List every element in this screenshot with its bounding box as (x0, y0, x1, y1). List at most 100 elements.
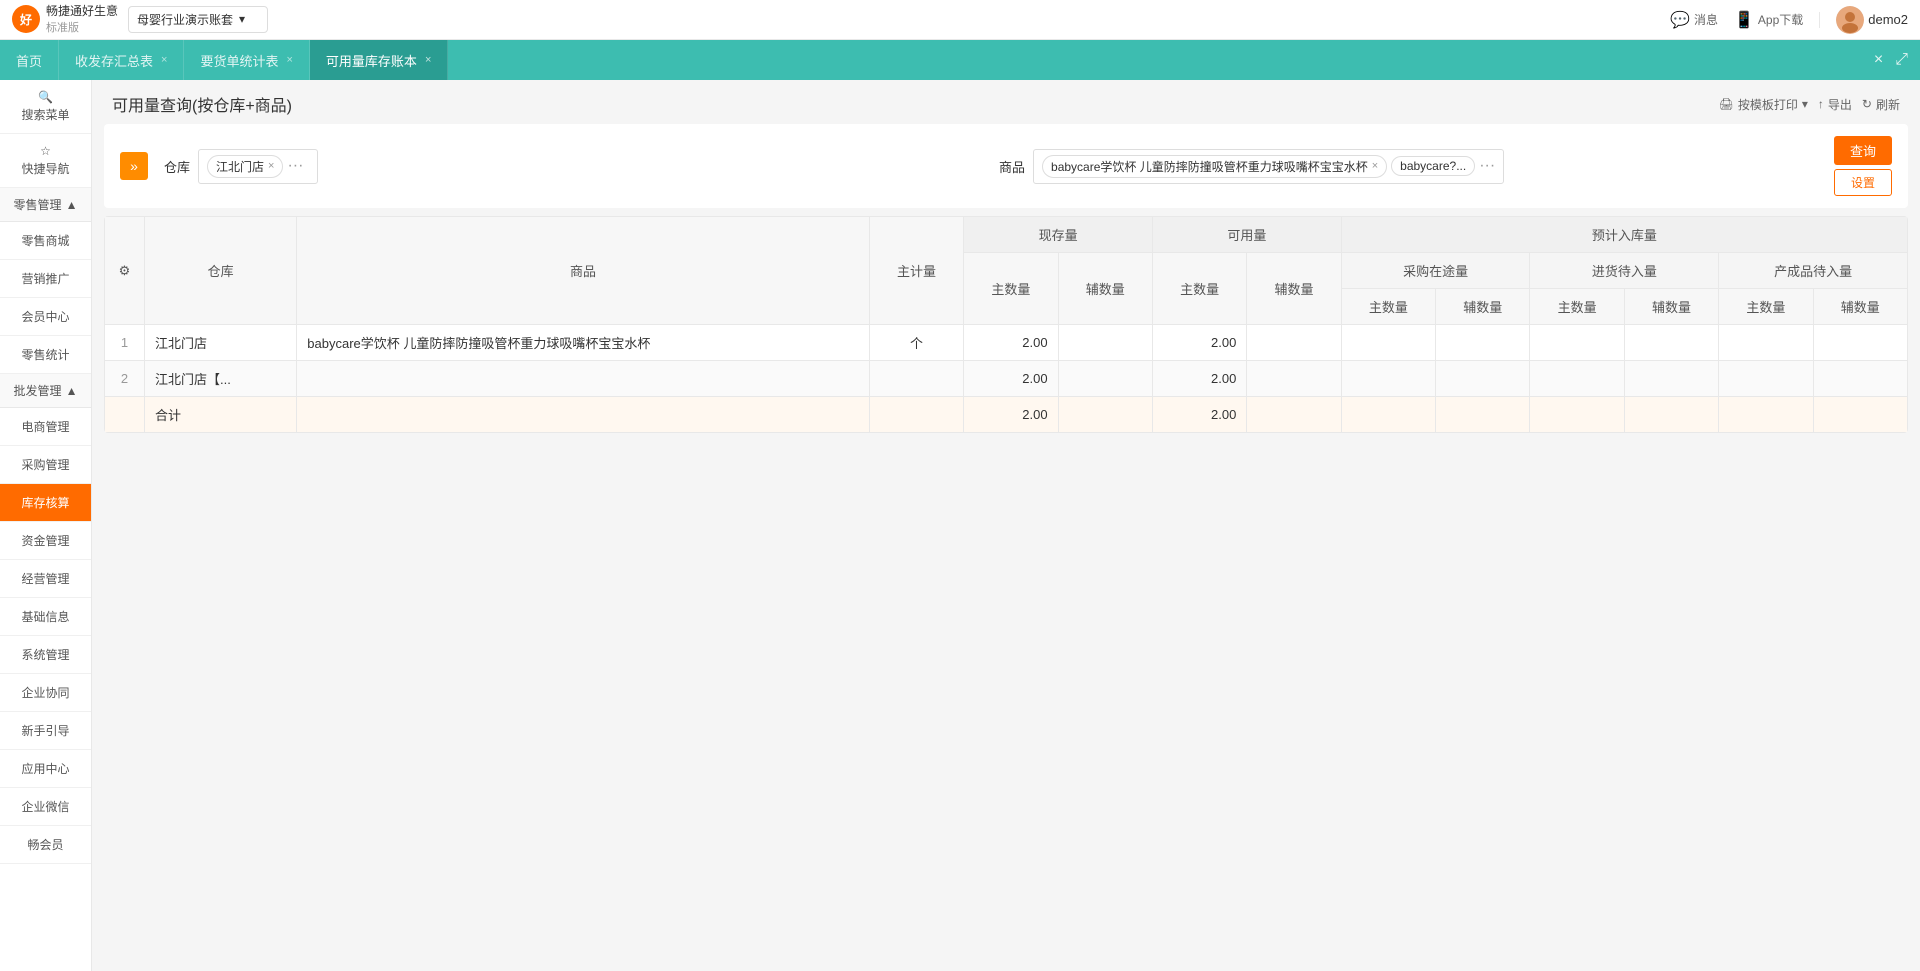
sidebar-item-member2[interactable]: 畅会员 (0, 826, 91, 864)
sidebar-item-purchase[interactable]: 采购管理 (0, 446, 91, 484)
sidebar-item-retail-shop[interactable]: 零售商城 (0, 222, 91, 260)
print-template-btn[interactable]: 🖨 按模板打印 ▾ (1719, 96, 1808, 113)
logo-sub: 标准版 (46, 19, 118, 35)
filter-actions: 查询 设置 (1834, 136, 1892, 196)
sidebar-enterprise-label: 企业协同 (21, 684, 69, 701)
tab-maximize-btn[interactable]: ⤢ (1891, 47, 1912, 73)
print-label: 按模板打印 (1738, 96, 1798, 113)
sidebar-item-retail[interactable]: 零售管理 ▲ (0, 188, 91, 222)
product-tag-2-value: babycare?... (1400, 159, 1466, 173)
sidebar-basic-label: 基础信息 (21, 608, 69, 625)
product-input[interactable]: babycare学饮杯 儿童防摔防撞吸管杯重力球吸嘴杯宝宝水杯 × babyca… (1033, 149, 1504, 184)
warehouse-filter-group: 仓库 江北门店 × ··· (164, 149, 983, 184)
tab-inventory-book[interactable]: 可用量库存账本 × (310, 40, 448, 80)
refresh-icon: ↻ (1862, 97, 1872, 111)
tab-receipt-summary[interactable]: 收发存汇总表 × (59, 40, 184, 80)
logo-icon: 好 (12, 5, 40, 33)
expand-arrows-icon: » (130, 158, 138, 174)
tab-order-label: 要货单统计表 (200, 51, 278, 70)
refresh-label: 刷新 (1876, 96, 1900, 113)
sidebar-quick-nav[interactable]: ☆ 快捷导航 (0, 134, 91, 188)
page-header: 可用量查询(按仓库+商品) 🖨 按模板打印 ▾ ↑ 导出 ↻ 刷新 (92, 80, 1920, 124)
tab-close-all-btn[interactable]: × (1870, 47, 1887, 73)
tab-bar: 首页 收发存汇总表 × 要货单统计表 × 可用量库存账本 × × ⤢ (0, 40, 1920, 80)
sidebar-app-center-label: 应用中心 (21, 760, 69, 777)
expand-icon-2: ▲ (66, 384, 78, 398)
sidebar-item-basic[interactable]: 基础信息 (0, 598, 91, 636)
sidebar-search-label: 搜索菜单 (21, 106, 69, 123)
sidebar-search[interactable]: 🔍 搜索菜单 (0, 80, 91, 134)
sidebar-item-wholesale[interactable]: 批发管理 ▲ (0, 374, 91, 408)
tab-inventory-close[interactable]: × (425, 54, 431, 66)
sidebar-finance-label: 资金管理 (21, 532, 69, 549)
export-btn[interactable]: ↑ 导出 (1818, 96, 1852, 113)
product-tag-2: babycare?... (1391, 156, 1475, 176)
message-btn[interactable]: 💬 消息 (1670, 10, 1718, 30)
sidebar-wholesale-label: 批发管理 (14, 382, 62, 399)
download-btn[interactable]: 📱 App下载 (1734, 10, 1803, 30)
sidebar-item-app-center[interactable]: 应用中心 (0, 750, 91, 788)
sidebar-retail-shop-label: 零售商城 (21, 232, 69, 249)
main-layout: 🔍 搜索菜单 ☆ 快捷导航 零售管理 ▲ 零售商城 营销推广 会员中心 零售统计… (0, 80, 1920, 971)
nav-icon: ☆ (40, 144, 51, 158)
tab-home[interactable]: 首页 (0, 40, 59, 80)
search-icon: 🔍 (38, 90, 53, 104)
product-more-icon[interactable]: ··· (1479, 157, 1495, 175)
user-area[interactable]: demo2 (1836, 6, 1908, 34)
sidebar-item-marketing[interactable]: 营销推广 (0, 260, 91, 298)
sidebar-item-system[interactable]: 系统管理 (0, 636, 91, 674)
sidebar-wechat-label: 企业微信 (21, 798, 69, 815)
sidebar-item-operations[interactable]: 经营管理 (0, 560, 91, 598)
sidebar-retail-label: 零售管理 (14, 196, 62, 213)
sidebar-member2-label: 畅会员 (27, 836, 63, 853)
filter-expand-btn[interactable]: » (120, 152, 148, 180)
template-selector[interactable]: 母婴行业演示账套 ▾ (128, 6, 268, 33)
sidebar-item-retail-stats[interactable]: 零售统计 (0, 336, 91, 374)
divider (1819, 12, 1820, 28)
sidebar-item-ecommerce[interactable]: 电商管理 (0, 408, 91, 446)
tab-bar-actions: × ⤢ (1870, 40, 1920, 80)
print-icon: 🖨 (1719, 97, 1734, 111)
sidebar-retail-stats-label: 零售统计 (21, 346, 69, 363)
tab-order-close[interactable]: × (286, 54, 292, 66)
avatar (1836, 6, 1864, 34)
user-name: demo2 (1868, 12, 1908, 27)
sidebar-quick-nav-label: 快捷导航 (21, 160, 69, 177)
logo-text-area: 畅捷通好生意 标准版 (46, 4, 118, 34)
product-tag-1: babycare学饮杯 儿童防摔防撞吸管杯重力球吸嘴杯宝宝水杯 × (1042, 155, 1387, 178)
sidebar-member-label: 会员中心 (21, 308, 69, 325)
sidebar-item-finance[interactable]: 资金管理 (0, 522, 91, 560)
product-tag-1-close[interactable]: × (1372, 160, 1378, 172)
refresh-btn[interactable]: ↻ 刷新 (1862, 96, 1900, 113)
export-icon: ↑ (1818, 97, 1824, 111)
download-icon: 📱 (1734, 10, 1754, 30)
warehouse-tag-value: 江北门店 (216, 158, 264, 175)
tab-inventory-label: 可用量库存账本 (326, 51, 417, 70)
print-expand-icon: ▾ (1802, 97, 1808, 111)
warehouse-tag: 江北门店 × (207, 155, 283, 178)
product-label: 商品 (999, 157, 1025, 176)
logo-area: 好 畅捷通好生意 标准版 (12, 4, 118, 34)
table-wrap: ⚙ 仓库 商品 主计量 现存量 可用量 预计入库量 主数量 辅数量 主数量 辅数… (104, 216, 1908, 433)
warehouse-more-icon[interactable]: ··· (287, 157, 303, 175)
sidebar: 🔍 搜索菜单 ☆ 快捷导航 零售管理 ▲ 零售商城 营销推广 会员中心 零售统计… (0, 80, 92, 971)
tab-receipt-close[interactable]: × (161, 54, 167, 66)
settings-button[interactable]: 设置 (1834, 169, 1892, 196)
warehouse-label: 仓库 (164, 157, 190, 176)
export-label: 导出 (1828, 96, 1852, 113)
sidebar-marketing-label: 营销推广 (21, 270, 69, 287)
sidebar-item-enterprise[interactable]: 企业协同 (0, 674, 91, 712)
sidebar-ecommerce-label: 电商管理 (21, 418, 69, 435)
sidebar-item-wechat[interactable]: 企业微信 (0, 788, 91, 826)
sidebar-item-newbie[interactable]: 新手引导 (0, 712, 91, 750)
warehouse-tag-close[interactable]: × (268, 160, 274, 172)
inventory-table: ⚙ 仓库 商品 主计量 现存量 可用量 预计入库量 主数量 辅数量 主数量 辅数… (104, 216, 1908, 433)
sidebar-item-inventory[interactable]: 库存核算 (0, 484, 91, 522)
tab-order-stats[interactable]: 要货单统计表 × (184, 40, 309, 80)
warehouse-input[interactable]: 江北门店 × ··· (198, 149, 318, 184)
sidebar-item-member[interactable]: 会员中心 (0, 298, 91, 336)
tab-home-label: 首页 (16, 51, 42, 70)
sidebar-system-label: 系统管理 (21, 646, 69, 663)
query-button[interactable]: 查询 (1834, 136, 1892, 165)
expand-icon: ▲ (66, 198, 78, 212)
